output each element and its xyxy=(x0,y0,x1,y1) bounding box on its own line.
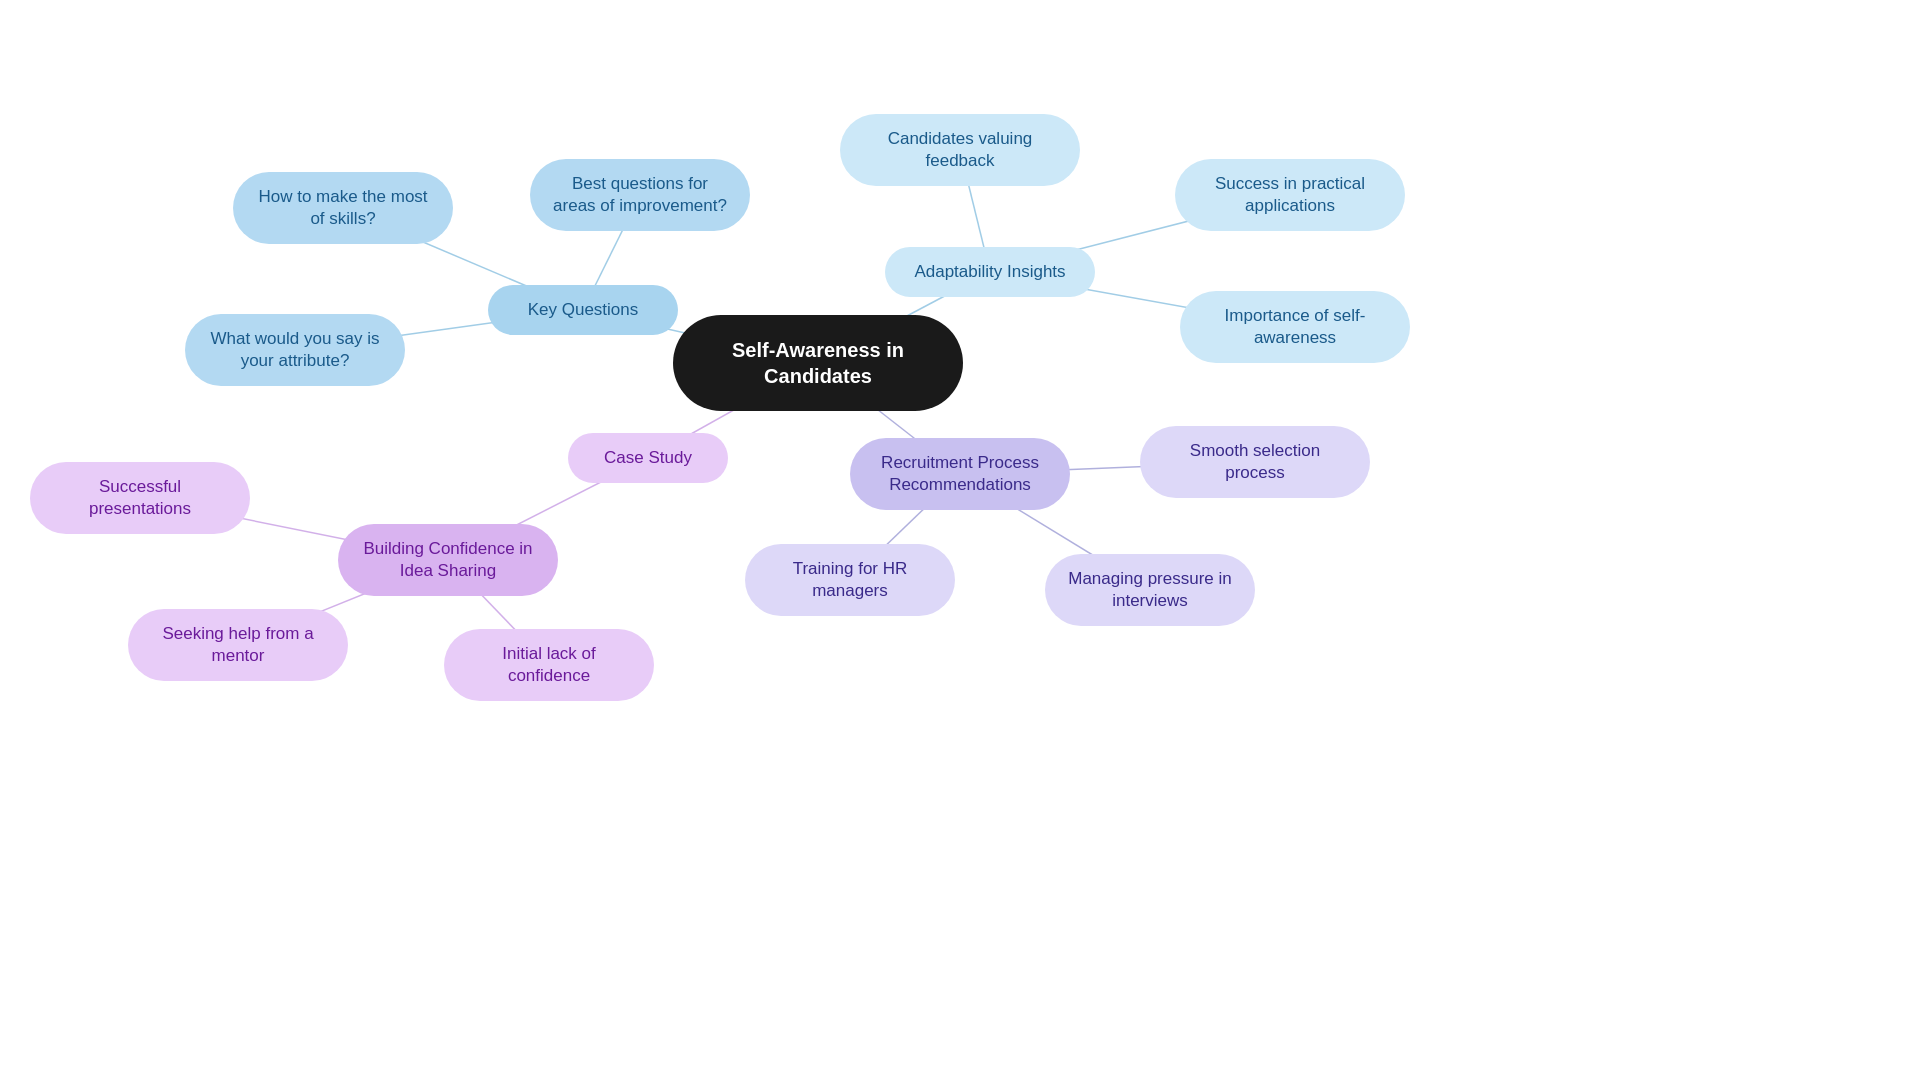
training-hr-node[interactable]: Training for HR managers xyxy=(745,544,955,616)
how-to-make-node[interactable]: How to make the most of skills? xyxy=(233,172,453,244)
adaptability-node[interactable]: Adaptability Insights xyxy=(885,247,1095,297)
importance-self-node[interactable]: Importance of self-awareness xyxy=(1180,291,1410,363)
managing-pressure-node[interactable]: Managing pressure in interviews xyxy=(1045,554,1255,626)
initial-lack-node[interactable]: Initial lack of confidence xyxy=(444,629,654,701)
what-would-node[interactable]: What would you say is your attribute? xyxy=(185,314,405,386)
building-confidence-node[interactable]: Building Confidence in Idea Sharing xyxy=(338,524,558,596)
case-study-node[interactable]: Case Study xyxy=(568,433,728,483)
best-questions-node[interactable]: Best questions for areas of improvement? xyxy=(530,159,750,231)
center-node[interactable]: Self-Awareness in Candidates xyxy=(673,315,963,411)
smooth-selection-node[interactable]: Smooth selection process xyxy=(1140,426,1370,498)
candidates-valuing-node[interactable]: Candidates valuing feedback xyxy=(840,114,1080,186)
mindmap-container: Self-Awareness in CandidatesKey Question… xyxy=(0,0,1920,1083)
seeking-help-node[interactable]: Seeking help from a mentor xyxy=(128,609,348,681)
success-practical-node[interactable]: Success in practical applications xyxy=(1175,159,1405,231)
recruitment-process-node[interactable]: Recruitment Process Recommendations xyxy=(850,438,1070,510)
key-questions-node[interactable]: Key Questions xyxy=(488,285,678,335)
successful-presentations-node[interactable]: Successful presentations xyxy=(30,462,250,534)
